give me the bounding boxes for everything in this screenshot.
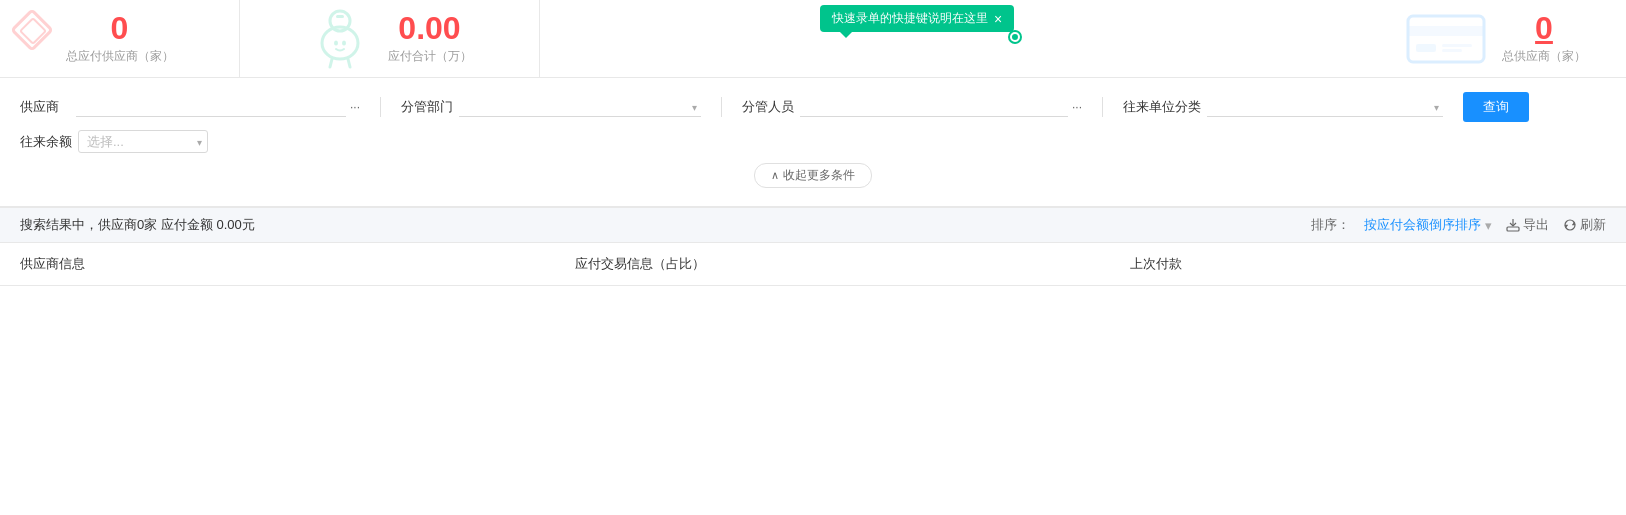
stat-number-payable-suppliers: 0 xyxy=(111,12,129,44)
dept-filter-group: 分管部门 ▾ xyxy=(401,97,701,117)
collapse-bar: ∧ 收起更多条件 xyxy=(20,157,1606,198)
tooltip-text: 快速录单的快捷键说明在这里 xyxy=(832,10,988,27)
filter-row-1: 供应商 ··· 分管部门 ▾ 分管人员 ··· 往来单位分类 ▾ xyxy=(20,92,1606,122)
collapse-label: 收起更多条件 xyxy=(783,167,855,184)
svg-rect-14 xyxy=(1507,227,1519,231)
supplier-label: 供应商 xyxy=(20,98,70,116)
category-filter-group: 往来单位分类 ▾ xyxy=(1123,97,1443,117)
svg-rect-9 xyxy=(1408,16,1484,62)
tooltip-dot xyxy=(1010,32,1020,42)
balance-select-wrapper[interactable]: 选择... ▾ xyxy=(78,130,208,153)
person-label: 分管人员 xyxy=(742,98,794,116)
sort-label: 排序： xyxy=(1311,216,1350,234)
dept-label: 分管部门 xyxy=(401,98,453,116)
supplier-filter-group: 供应商 ··· xyxy=(20,97,360,117)
svg-point-7 xyxy=(342,40,346,45)
supplier-more-button[interactable]: ··· xyxy=(350,100,360,114)
query-button[interactable]: 查询 xyxy=(1463,92,1529,122)
card-icon xyxy=(1406,14,1486,64)
export-button[interactable]: 导出 xyxy=(1506,216,1549,234)
tooltip-close-button[interactable]: × xyxy=(994,11,1002,27)
divider-1 xyxy=(380,97,381,117)
category-select-wrapper: ▾ xyxy=(1207,97,1443,117)
table-col-last-payment: 上次付款 xyxy=(1130,255,1606,273)
stat-payable-amount-area: 0.00 应付合计（万） xyxy=(240,0,540,77)
stat-number-total-suppliers: 0 xyxy=(1535,12,1553,44)
category-input[interactable] xyxy=(1207,97,1443,117)
svg-rect-11 xyxy=(1416,44,1436,52)
svg-line-5 xyxy=(348,59,350,67)
svg-rect-13 xyxy=(1442,49,1462,52)
divider-2 xyxy=(721,97,722,117)
stat-label-total-suppliers: 总供应商（家） xyxy=(1502,48,1586,65)
pig-icon xyxy=(308,7,372,71)
person-input[interactable] xyxy=(800,97,1068,117)
category-label: 往来单位分类 xyxy=(1123,98,1201,116)
filter-bar: 供应商 ··· 分管部门 ▾ 分管人员 ··· 往来单位分类 ▾ xyxy=(0,78,1626,207)
result-actions: 排序： 按应付会额倒序排序 ▾ 导出 刷新 xyxy=(1311,216,1606,234)
stats-bar: 0 总应付供应商（家） 0.00 应付合计（万） 快速录单的快捷键说明在这里 × xyxy=(0,0,1626,78)
filter-row-2: 往来余额 选择... ▾ xyxy=(20,130,1606,153)
stat-label-payable-amount: 应付合计（万） xyxy=(388,48,472,65)
balance-label: 往来余额 xyxy=(20,133,72,151)
dept-select-wrapper: ▾ xyxy=(459,97,701,117)
person-more-button[interactable]: ··· xyxy=(1072,100,1082,114)
refresh-label: 刷新 xyxy=(1580,216,1606,234)
svg-line-4 xyxy=(330,59,332,67)
stat-total-payable-suppliers: 0 总应付供应商（家） xyxy=(0,0,240,77)
collapse-button[interactable]: ∧ 收起更多条件 xyxy=(754,163,872,188)
refresh-icon xyxy=(1563,218,1577,232)
stat-label-payable-suppliers: 总应付供应商（家） xyxy=(66,48,174,65)
svg-rect-10 xyxy=(1408,26,1484,36)
supplier-input[interactable] xyxy=(76,97,346,117)
result-info: 搜索结果中，供应商0家 应付金额 0.00元 xyxy=(20,216,255,234)
svg-rect-12 xyxy=(1442,44,1472,47)
shortcut-tooltip: 快速录单的快捷键说明在这里 × xyxy=(820,5,1014,32)
export-icon xyxy=(1506,218,1520,232)
table-body xyxy=(0,286,1626,466)
sort-chevron-icon: ▾ xyxy=(1485,218,1492,233)
table-header: 供应商信息 应付交易信息（占比） 上次付款 xyxy=(0,243,1626,286)
refresh-button[interactable]: 刷新 xyxy=(1563,216,1606,234)
sort-select[interactable]: 按应付会额倒序排序 ▾ xyxy=(1364,216,1492,234)
divider-3 xyxy=(1102,97,1103,117)
table-col-supplier-info: 供应商信息 xyxy=(20,255,575,273)
svg-rect-8 xyxy=(336,15,344,18)
svg-point-6 xyxy=(334,40,338,45)
export-label: 导出 xyxy=(1523,216,1549,234)
result-bar: 搜索结果中，供应商0家 应付金额 0.00元 排序： 按应付会额倒序排序 ▾ 导… xyxy=(0,207,1626,243)
collapse-chevron-icon: ∧ xyxy=(771,169,779,182)
svg-rect-0 xyxy=(12,10,52,50)
balance-select[interactable]: 选择... xyxy=(78,130,208,153)
stat-number-payable-amount: 0.00 xyxy=(398,12,460,44)
dept-input[interactable] xyxy=(459,97,701,117)
table-col-transaction-info: 应付交易信息（占比） xyxy=(575,255,1130,273)
sort-value: 按应付会额倒序排序 xyxy=(1364,216,1481,234)
stat-total-suppliers-area: 0 总供应商（家） xyxy=(1366,0,1626,77)
diamond-icon xyxy=(10,8,66,64)
person-filter-group: 分管人员 ··· xyxy=(742,97,1082,117)
